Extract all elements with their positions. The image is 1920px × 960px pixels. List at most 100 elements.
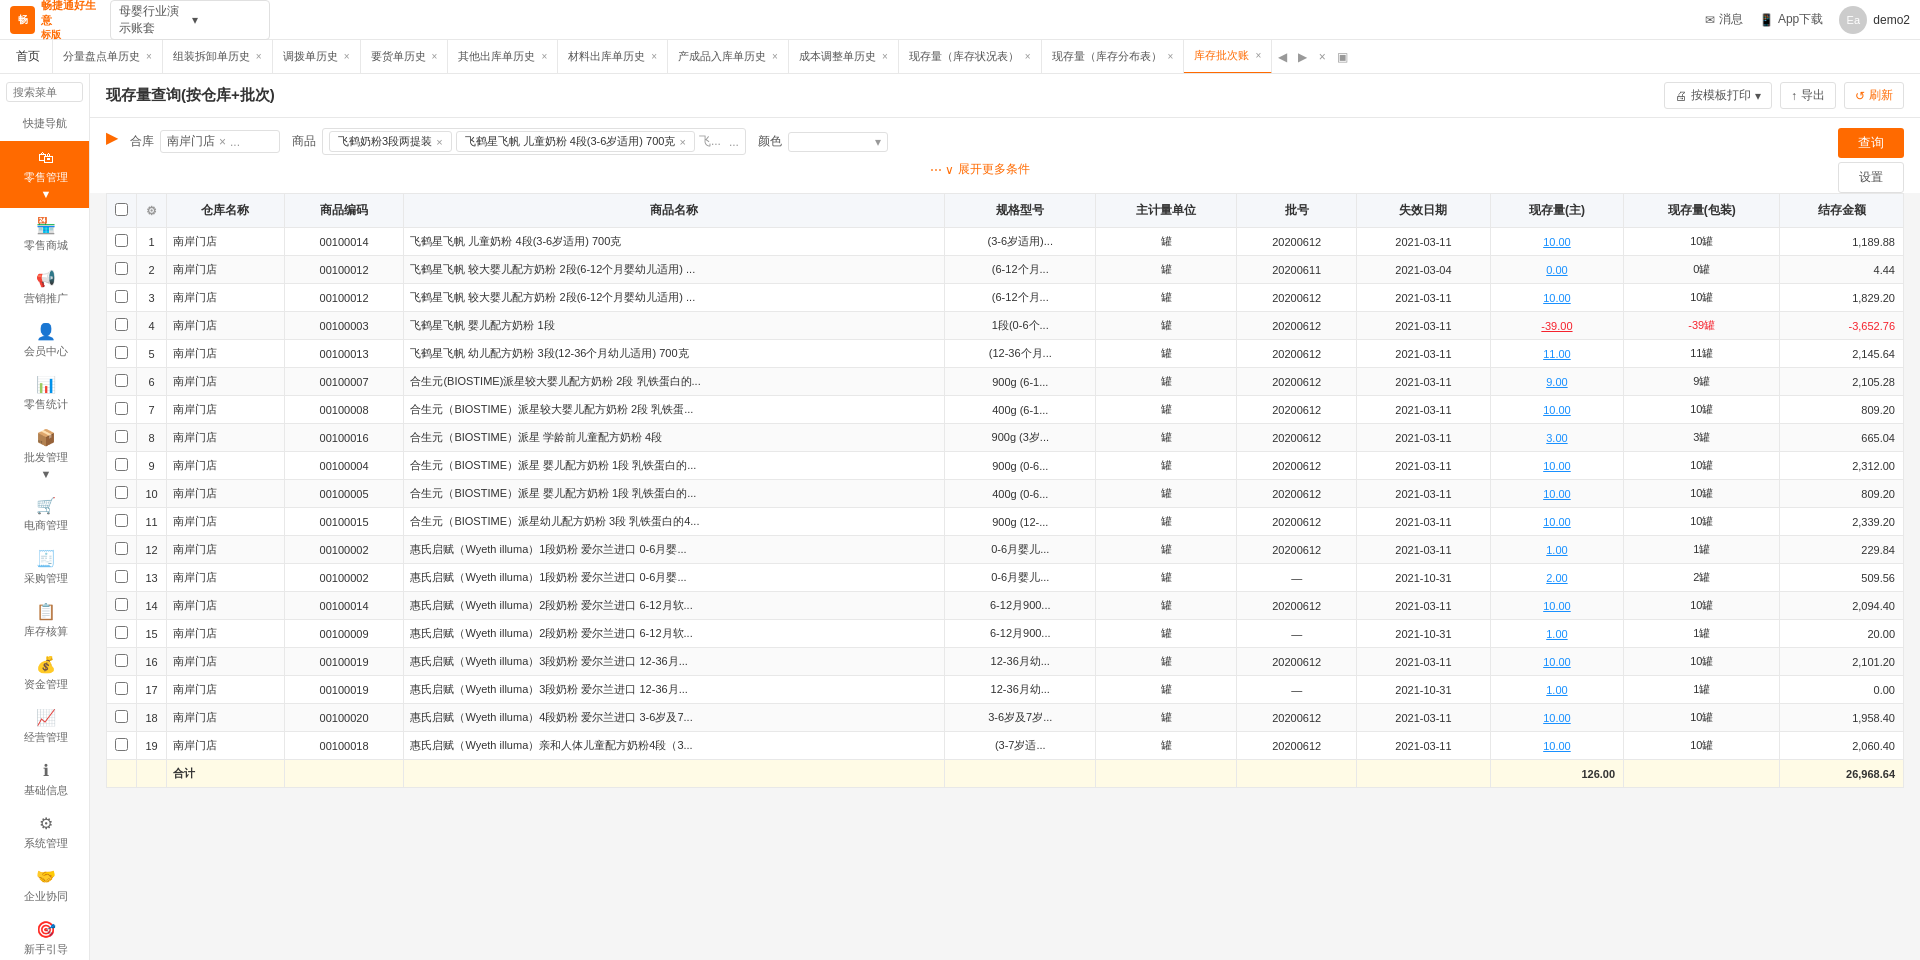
color-input-area[interactable]: ▾ [788, 132, 888, 152]
tab-close-all-btn[interactable]: × [1312, 40, 1332, 74]
cell-qty-17[interactable]: 10.00 [1490, 704, 1623, 732]
sidebar-item-marketing[interactable]: 📢 营销推广 [0, 261, 89, 314]
cell-qty-10[interactable]: 10.00 [1490, 508, 1623, 536]
cell-checkbox-7[interactable] [107, 424, 137, 452]
tab-cailiaoshu[interactable]: 材料出库单历史 × [558, 40, 668, 74]
sidebar-item-finance[interactable]: 💰 资金管理 [0, 647, 89, 700]
tab-chancheng[interactable]: 产成品入库单历史 × [668, 40, 789, 74]
sidebar-item-collab[interactable]: 🤝 企业协同 [0, 859, 89, 912]
sidebar-item-member[interactable]: 👤 会员中心 [0, 314, 89, 367]
tab-close-10[interactable]: × [1168, 51, 1174, 62]
sidebar-item-retail-mgmt[interactable]: 🛍 零售管理 ▼ [0, 141, 89, 208]
cell-qty-18[interactable]: 10.00 [1490, 732, 1623, 760]
column-settings-icon[interactable]: ⚙ [146, 204, 157, 218]
cell-checkbox-17[interactable] [107, 704, 137, 732]
cell-checkbox-1[interactable] [107, 256, 137, 284]
cell-qty-0[interactable]: 10.00 [1490, 228, 1623, 256]
goods-tag-0-close[interactable]: × [436, 136, 442, 148]
tab-close-1[interactable]: × [146, 51, 152, 62]
settings-btn[interactable]: 设置 [1838, 162, 1904, 193]
sidebar-item-system[interactable]: ⚙ 系统管理 [0, 806, 89, 859]
search-input[interactable] [6, 82, 83, 102]
tab-close-6[interactable]: × [651, 51, 657, 62]
tab-close-4[interactable]: × [432, 51, 438, 62]
tab-close-11[interactable]: × [1255, 50, 1261, 61]
tab-close-7[interactable]: × [772, 51, 778, 62]
cell-qty-1[interactable]: 0.00 [1490, 256, 1623, 284]
tab-yaohuo[interactable]: 要货单历史 × [361, 40, 449, 74]
cell-checkbox-3[interactable] [107, 312, 137, 340]
cell-checkbox-15[interactable] [107, 648, 137, 676]
cell-qty-15[interactable]: 10.00 [1490, 648, 1623, 676]
cell-checkbox-6[interactable] [107, 396, 137, 424]
query-btn[interactable]: 查询 [1838, 128, 1904, 158]
tab-close-2[interactable]: × [256, 51, 262, 62]
sidebar-item-inventory[interactable]: 📋 库存核算 [0, 594, 89, 647]
cell-qty-14[interactable]: 1.00 [1490, 620, 1623, 648]
tab-qitachu[interactable]: 其他出库单历史 × [448, 40, 558, 74]
tab-home[interactable]: 首页 [4, 40, 53, 74]
cell-checkbox-18[interactable] [107, 732, 137, 760]
tab-xiancunliang2[interactable]: 现存量（库存分布表） × [1042, 40, 1185, 74]
select-all-checkbox[interactable] [115, 203, 128, 216]
cell-qty-2[interactable]: 10.00 [1490, 284, 1623, 312]
goods-tag-1-close[interactable]: × [679, 136, 685, 148]
sidebar-item-guide[interactable]: 🎯 新手引导 [0, 912, 89, 960]
filter-expand-chevron[interactable]: ▶ [106, 128, 118, 147]
sidebar-item-ecommerce[interactable]: 🛒 电商管理 [0, 488, 89, 541]
tab-close-9[interactable]: × [1025, 51, 1031, 62]
tab-fenliang[interactable]: 分量盘点单历史 × [53, 40, 163, 74]
sidebar-item-basic[interactable]: ℹ 基础信息 [0, 753, 89, 806]
cell-qty-4[interactable]: 11.00 [1490, 340, 1623, 368]
cell-qty-6[interactable]: 10.00 [1490, 396, 1623, 424]
store-selector[interactable]: 母婴行业演示账套 ▾ [110, 0, 270, 40]
cell-qty-8[interactable]: 10.00 [1490, 452, 1623, 480]
cell-checkbox-8[interactable] [107, 452, 137, 480]
tab-close-8[interactable]: × [882, 51, 888, 62]
cell-checkbox-5[interactable] [107, 368, 137, 396]
cell-checkbox-2[interactable] [107, 284, 137, 312]
tab-kucun-pici[interactable]: 库存批次账 × [1184, 40, 1272, 74]
refresh-btn[interactable]: ↺ 刷新 [1844, 82, 1904, 109]
cell-qty-5[interactable]: 9.00 [1490, 368, 1623, 396]
goods-input-area[interactable]: 飞鹤奶粉3段两提装 × 飞鹤星飞帆 儿童奶粉 4段(3-6岁适用) 700克 ×… [322, 128, 746, 155]
tab-close-5[interactable]: × [541, 51, 547, 62]
cell-qty-13[interactable]: 10.00 [1490, 592, 1623, 620]
cell-checkbox-14[interactable] [107, 620, 137, 648]
cell-checkbox-11[interactable] [107, 536, 137, 564]
cell-checkbox-16[interactable] [107, 676, 137, 704]
cell-qty-16[interactable]: 1.00 [1490, 676, 1623, 704]
warehouse-input-area[interactable]: 南岸门店 × ... [160, 130, 280, 153]
cell-qty-12[interactable]: 2.00 [1490, 564, 1623, 592]
cell-qty-9[interactable]: 10.00 [1490, 480, 1623, 508]
cell-checkbox-4[interactable] [107, 340, 137, 368]
message-btn[interactable]: ✉ 消息 [1705, 11, 1743, 28]
sidebar-item-purchase[interactable]: 🧾 采购管理 [0, 541, 89, 594]
cell-checkbox-12[interactable] [107, 564, 137, 592]
tab-close-3[interactable]: × [344, 51, 350, 62]
tab-zuhe[interactable]: 组装拆卸单历史 × [163, 40, 273, 74]
cell-checkbox-13[interactable] [107, 592, 137, 620]
cell-checkbox-9[interactable] [107, 480, 137, 508]
export-btn[interactable]: ↑ 导出 [1780, 82, 1836, 109]
quick-nav-btn[interactable]: 快捷导航 [0, 110, 89, 137]
cell-checkbox-10[interactable] [107, 508, 137, 536]
sidebar-item-retail-store[interactable]: 🏪 零售商城 [0, 208, 89, 261]
sidebar-item-wholesale[interactable]: 📦 批发管理 ▼ [0, 420, 89, 488]
cell-checkbox-0[interactable] [107, 228, 137, 256]
sidebar-item-business[interactable]: 📈 经营管理 [0, 700, 89, 753]
template-print-btn[interactable]: 🖨 按模板打印 ▾ [1664, 82, 1772, 109]
cell-qty-3[interactable]: -39.00 [1490, 312, 1623, 340]
tab-xiancunliang1[interactable]: 现存量（库存状况表） × [899, 40, 1042, 74]
expand-more-btn[interactable]: ⋯ ∨ 展开更多条件 [130, 155, 1830, 184]
warehouse-tag-close[interactable]: × [219, 135, 226, 149]
tab-chengben[interactable]: 成本调整单历史 × [789, 40, 899, 74]
sidebar-item-retail-stats[interactable]: 📊 零售统计 [0, 367, 89, 420]
cell-qty-11[interactable]: 1.00 [1490, 536, 1623, 564]
tab-menu-btn[interactable]: ▣ [1332, 40, 1352, 74]
tab-diaob[interactable]: 调拨单历史 × [273, 40, 361, 74]
tab-next-btn[interactable]: ▶ [1292, 40, 1312, 74]
th-checkbox[interactable] [107, 194, 137, 228]
tab-prev-btn[interactable]: ◀ [1272, 40, 1292, 74]
cell-qty-7[interactable]: 3.00 [1490, 424, 1623, 452]
